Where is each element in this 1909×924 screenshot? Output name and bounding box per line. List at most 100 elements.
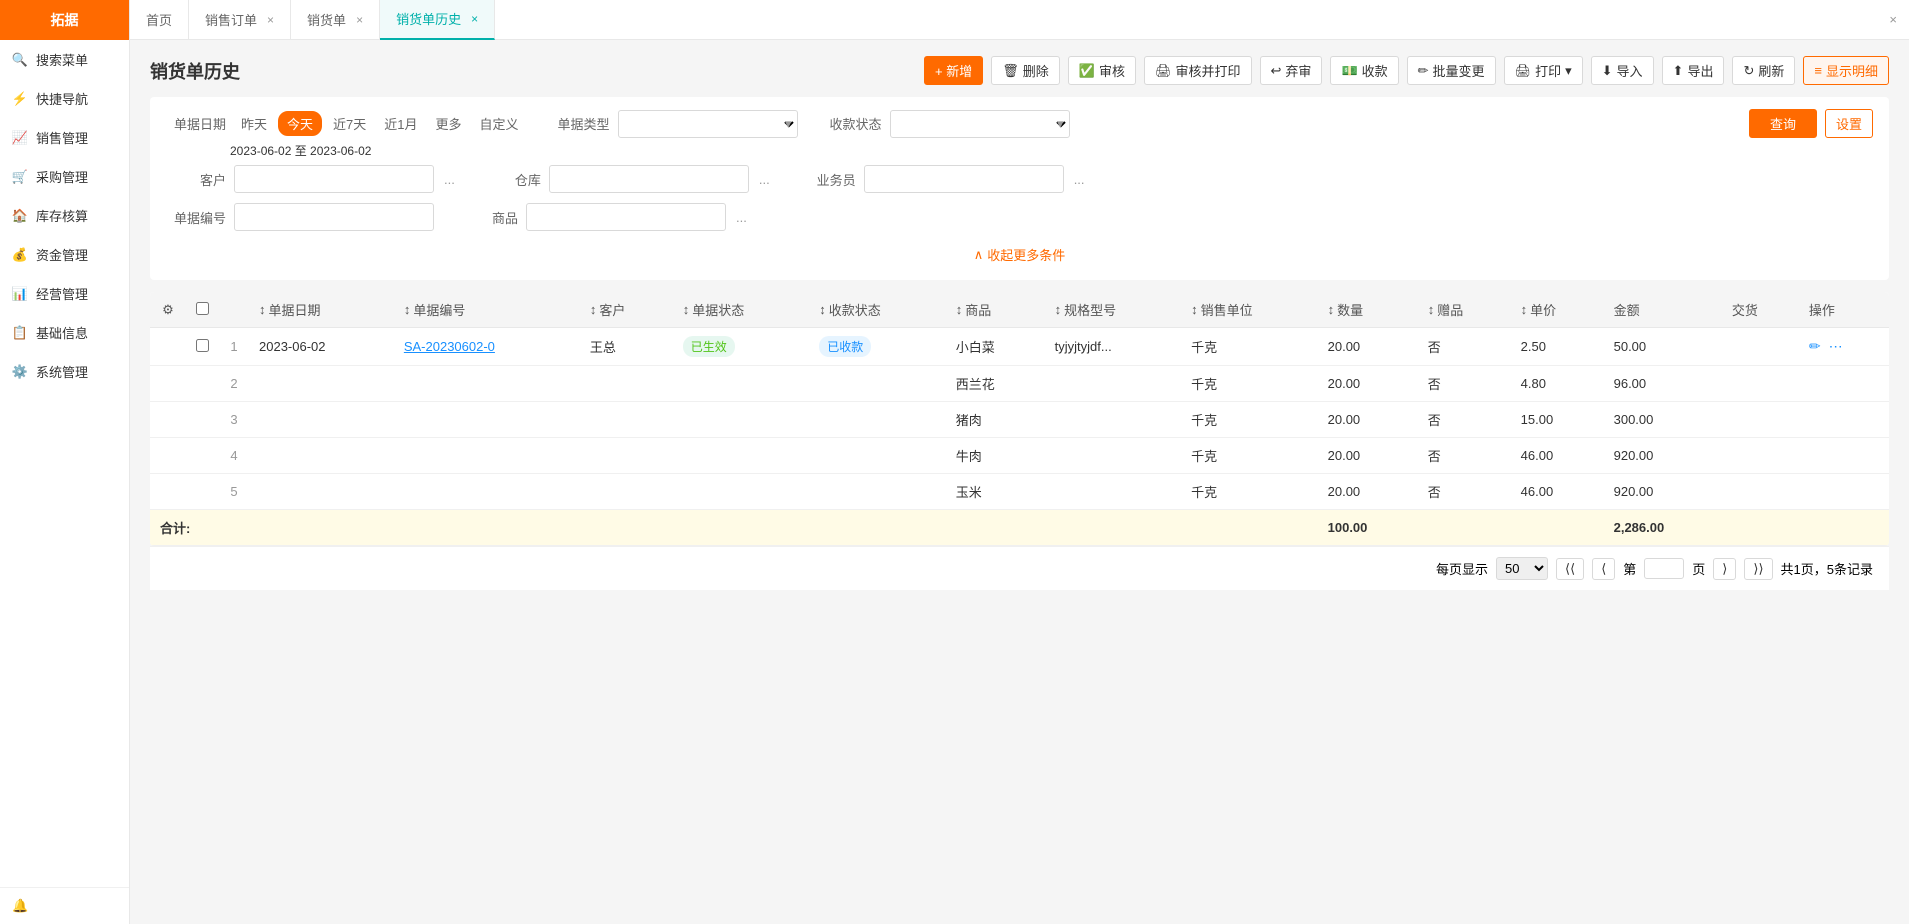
row-doc-no[interactable] — [394, 366, 580, 402]
summary-empty — [249, 510, 1318, 546]
review-print-button[interactable]: 🖨 审核并打印 — [1144, 56, 1252, 85]
row-gift: 否 — [1418, 366, 1511, 402]
date-btn-yesterday[interactable]: 昨天 — [234, 111, 274, 136]
row-checkbox[interactable] — [196, 339, 209, 352]
date-btn-custom[interactable]: 自定义 — [473, 111, 526, 136]
print-button[interactable]: 🖨 打印 ▾ — [1504, 56, 1583, 85]
per-page-select[interactable]: 50 20 100 — [1496, 557, 1548, 580]
customer-dots-button[interactable]: ... — [442, 172, 457, 187]
tab-sales-history[interactable]: 销货单历史 × — [380, 0, 495, 40]
show-detail-button[interactable]: ≡ 显示明细 — [1803, 56, 1889, 85]
sidebar-item-operations-mgmt[interactable]: 📊 经营管理 — [0, 274, 129, 313]
row-doc-no[interactable] — [394, 474, 580, 510]
batch-change-button[interactable]: ✏ 批量变更 — [1407, 56, 1496, 85]
filter-agent: 业务员 ... — [796, 165, 1087, 193]
sidebar-item-sales-mgmt[interactable]: 📈 销售管理 — [0, 118, 129, 157]
collect-status-dropdown-icon: ▾ — [1057, 116, 1064, 132]
goods-input[interactable] — [526, 203, 726, 231]
row-doc-no[interactable]: SA-20230602-0 — [394, 328, 580, 366]
th-transaction[interactable]: 交货 — [1722, 292, 1799, 328]
th-spec-type[interactable]: ↕规格型号 — [1045, 292, 1182, 328]
collapse-btn[interactable]: ∧ 收起更多条件 — [166, 241, 1873, 268]
import-button[interactable]: ⬇ 导入 — [1591, 56, 1654, 85]
export-button[interactable]: ⬆ 导出 — [1662, 56, 1725, 85]
select-all-checkbox[interactable] — [196, 302, 209, 315]
th-gift[interactable]: ↕赠品 — [1418, 292, 1511, 328]
first-page-button[interactable]: ⟨⟨ — [1556, 558, 1584, 580]
last-page-button[interactable]: ⟩⟩ — [1744, 558, 1772, 580]
tab-home[interactable]: 首页 — [130, 0, 189, 40]
delete-button[interactable]: 🗑 删除 — [991, 56, 1060, 85]
doc-no-link[interactable]: SA-20230602-0 — [404, 339, 495, 354]
sidebar-bottom-icon1[interactable]: 🔔 — [0, 888, 129, 924]
next-page-button[interactable]: ⟩ — [1713, 558, 1736, 580]
abandon-button[interactable]: ↩ 弃审 — [1260, 56, 1323, 85]
filter-row-date-range: 2023-06-02 至 2023-06-02 — [230, 142, 1873, 159]
filter-doc-type: 单据类型 ▾ — [550, 110, 798, 138]
row-goods: 玉米 — [946, 474, 1045, 510]
date-btn-more[interactable]: 更多 — [429, 111, 469, 136]
goods-dots-button[interactable]: ... — [734, 210, 749, 225]
th-collect-status[interactable]: ↕收款状态 — [809, 292, 946, 328]
sidebar-item-finance-mgmt[interactable]: 💰 资金管理 — [0, 235, 129, 274]
warehouse-input[interactable] — [549, 165, 749, 193]
sidebar-item-basic-info[interactable]: 📋 基础信息 — [0, 313, 129, 352]
sidebar-item-purchase-mgmt[interactable]: 🛒 采购管理 — [0, 157, 129, 196]
agent-label: 业务员 — [796, 170, 856, 189]
th-quantity[interactable]: ↕数量 — [1318, 292, 1418, 328]
tab-sales-history-close[interactable]: × — [471, 12, 478, 26]
tab-sales-order[interactable]: 销售订单 × — [189, 0, 291, 40]
sidebar-item-quick-nav[interactable]: ⚡ 快捷导航 — [0, 79, 129, 118]
doc-no-input[interactable] — [234, 203, 434, 231]
warehouse-dots-button[interactable]: ... — [757, 172, 772, 187]
th-doc-date[interactable]: ↕单据日期 — [249, 292, 394, 328]
row-settings — [150, 402, 186, 438]
settings-button[interactable]: 设置 — [1825, 109, 1873, 138]
agent-dots-button[interactable]: ... — [1072, 172, 1087, 187]
sidebar-item-inventory[interactable]: 🏠 库存核算 — [0, 196, 129, 235]
date-btn-7days[interactable]: 近7天 — [326, 111, 373, 136]
th-doc-no[interactable]: ↕单据编号 — [394, 292, 580, 328]
th-sale-unit[interactable]: ↕销售单位 — [1181, 292, 1318, 328]
th-checkbox[interactable] — [186, 292, 219, 328]
row-doc-no[interactable] — [394, 438, 580, 474]
row-amount: 50.00 — [1604, 328, 1722, 366]
row-num: 5 — [219, 474, 249, 510]
search-menu-icon: 🔍 — [12, 52, 28, 68]
summary-row: 合计: 100.00 2,286.00 — [150, 510, 1889, 546]
tab-sales-goods-close[interactable]: × — [356, 13, 363, 27]
th-doc-status[interactable]: ↕单据状态 — [673, 292, 810, 328]
row-doc-no[interactable] — [394, 402, 580, 438]
date-btn-1month[interactable]: 近1月 — [377, 111, 424, 136]
th-unit-price[interactable]: ↕单价 — [1511, 292, 1604, 328]
quick-nav-icon: ⚡ — [12, 91, 28, 107]
th-settings[interactable]: ⚙ — [150, 292, 186, 328]
sidebar-item-system-mgmt[interactable]: ⚙️ 系统管理 — [0, 352, 129, 391]
query-button[interactable]: 查询 — [1749, 109, 1817, 138]
th-amount[interactable]: 金额 — [1604, 292, 1722, 328]
agent-input[interactable] — [864, 165, 1064, 193]
new-button[interactable]: + 新增 — [924, 56, 983, 85]
refresh-button[interactable]: ↻ 刷新 — [1732, 56, 1795, 85]
page-number-input[interactable]: 1 — [1644, 558, 1684, 579]
collect-status-badge: 已收款 — [819, 336, 871, 357]
tab-sales-order-close[interactable]: × — [267, 13, 274, 27]
table-header-row: ⚙ ↕单据日期 ↕单据编号 ↕客户 ↕单据状态 ↕收款状态 ↕商品 ↕规格型号 … — [150, 292, 1889, 328]
collect-button[interactable]: 💵 收款 — [1330, 56, 1398, 85]
tabs-close-all[interactable]: × — [1877, 12, 1909, 27]
tab-sales-goods[interactable]: 销货单 × — [291, 0, 380, 40]
sidebar-item-label: 采购管理 — [36, 167, 88, 186]
more-icon[interactable]: ⋯ — [1829, 338, 1843, 355]
th-goods[interactable]: ↕商品 — [946, 292, 1045, 328]
sidebar-item-search-menu[interactable]: 🔍 搜索菜单 — [0, 40, 129, 79]
row-quantity: 20.00 — [1318, 402, 1418, 438]
th-customer[interactable]: ↕客户 — [580, 292, 673, 328]
doc-type-select[interactable] — [618, 110, 798, 138]
date-btn-today[interactable]: 今天 — [278, 111, 322, 136]
customer-input[interactable] — [234, 165, 434, 193]
collect-status-select[interactable] — [890, 110, 1070, 138]
row-transaction — [1722, 438, 1799, 474]
prev-page-button[interactable]: ⟨ — [1592, 558, 1615, 580]
edit-icon[interactable]: ✏ — [1809, 338, 1821, 355]
review-button[interactable]: ✅ 审核 — [1068, 56, 1136, 85]
